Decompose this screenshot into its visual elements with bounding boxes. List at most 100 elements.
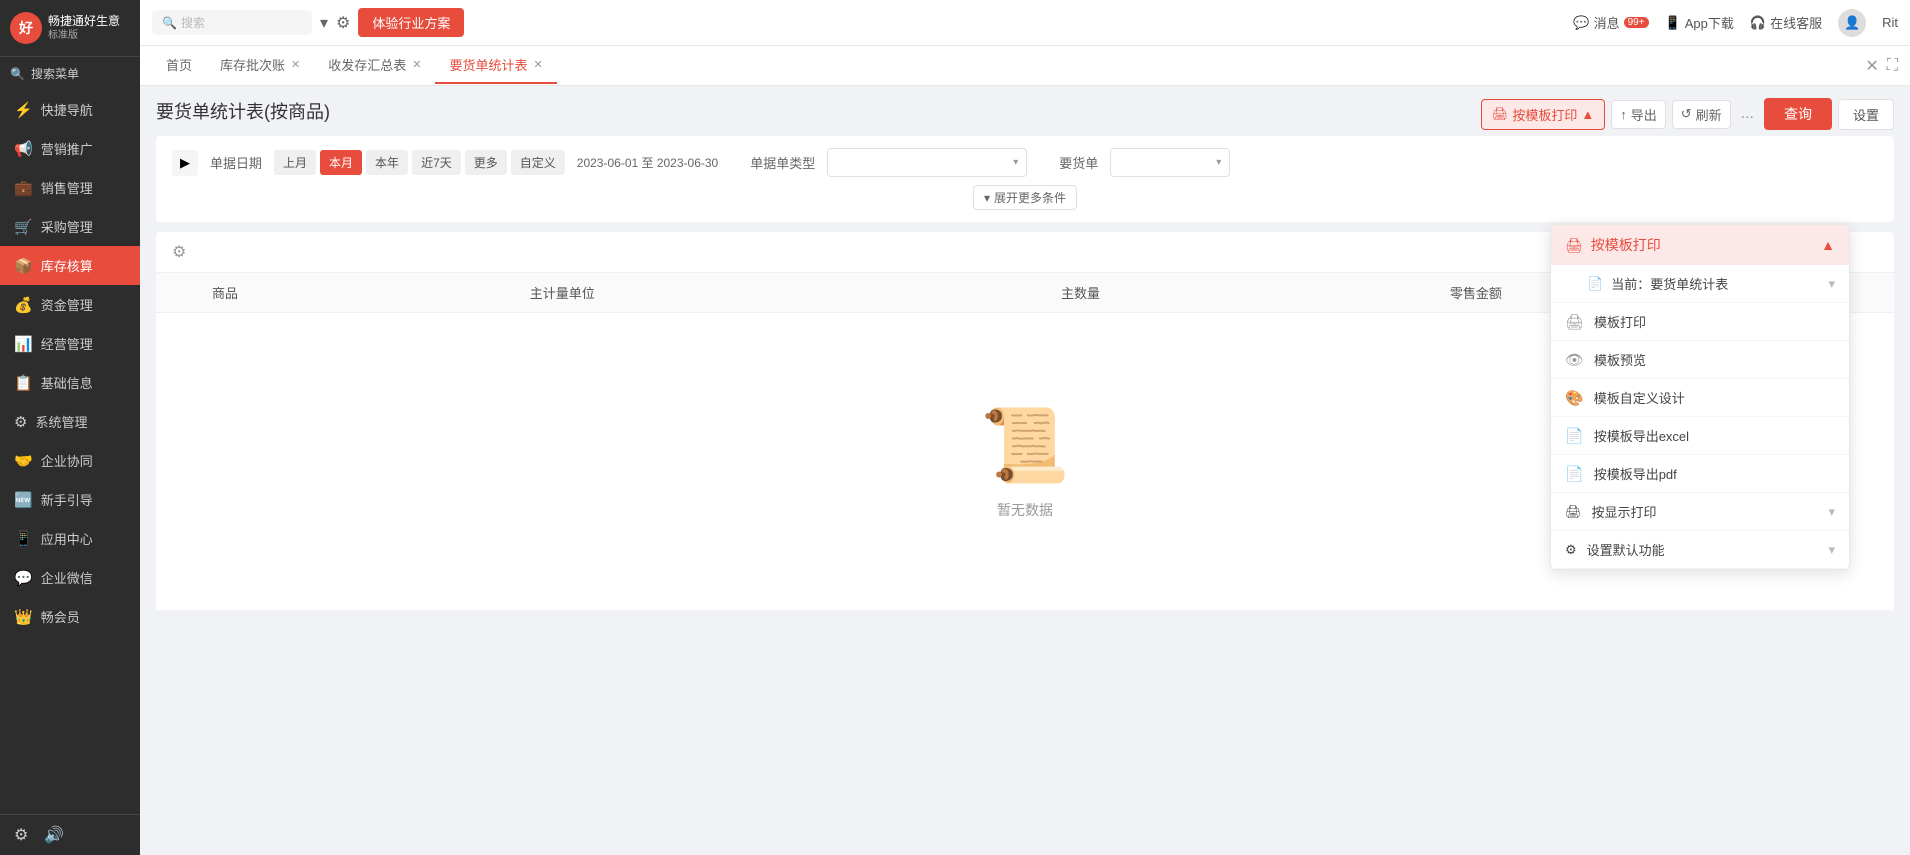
filter-row-date: ▶ 单据日期 上月 本月 本年 近7天 更多 自定义 2023-06-01 至 … xyxy=(172,148,1878,177)
sidebar-item-marketing[interactable]: 📢营销推广 xyxy=(0,129,140,168)
messages-btn[interactable]: 💬 消息 99+ xyxy=(1573,13,1648,32)
tab-close-order-stats[interactable]: ✕ xyxy=(534,58,543,71)
date-btn-this-year[interactable]: 本年 xyxy=(366,150,408,175)
sound-icon[interactable]: 🔊 xyxy=(44,825,64,845)
current-doc-icon: 📄 xyxy=(1587,276,1603,292)
industry-btn[interactable]: 体验行业方案 xyxy=(358,8,464,37)
dropdown-display-print[interactable]: 🖨 按显示打印 ▾ xyxy=(1551,493,1849,531)
export-pdf-icon: 📄 xyxy=(1565,465,1584,483)
sidebar-item-wechat[interactable]: 💬企业微信 xyxy=(0,558,140,597)
sidebar-search[interactable]: 🔍 搜索菜单 xyxy=(0,57,140,90)
dropdown-template-print[interactable]: 🖨 模板打印 xyxy=(1551,303,1849,341)
dropdown-template-custom[interactable]: 🎨 模板自定义设计 xyxy=(1551,379,1849,417)
sidebar-item-inventory[interactable]: 📦库存核算 xyxy=(0,246,140,285)
display-print-icon: 🖨 xyxy=(1565,504,1582,520)
more-btn[interactable]: ... xyxy=(1737,101,1758,127)
export-btn[interactable]: ↑ 导出 xyxy=(1611,100,1666,129)
empty-icon: 📜 xyxy=(980,403,1070,488)
sidebar-nav: ⚡快捷导航 📢营销推广 💼销售管理 🛒采购管理 📦库存核算 💰资金管理 📊经营管… xyxy=(0,90,140,814)
page-actions: 🖨 按模板打印 ▲ ↑ 导出 ↺ 刷新 ... 查询 设置 xyxy=(1481,98,1894,130)
type-select[interactable]: ▾ xyxy=(827,148,1027,177)
sidebar-item-system[interactable]: ⚙系统管理 xyxy=(0,402,140,441)
message-badge: 99+ xyxy=(1624,17,1649,28)
tab-close-receipt-summary[interactable]: ✕ xyxy=(412,58,421,71)
dropdown-header: 🖨 按模板打印 ▲ xyxy=(1551,225,1849,265)
dropdown-close-btn[interactable]: ▲ xyxy=(1821,237,1835,253)
sidebar-item-member[interactable]: 👑畅会员 xyxy=(0,597,140,636)
tab-order-stats[interactable]: 要货单统计表 ✕ xyxy=(435,47,556,84)
sidebar: 好 畅捷通好生意 标准版 🔍 搜索菜单 ⚡快捷导航 📢营销推广 💼销售管理 🛒采… xyxy=(0,0,140,855)
print-arrow-icon: ▲ xyxy=(1581,107,1594,122)
topbar-left: 🔍 搜索 ▾ ⚙ 体验行业方案 xyxy=(152,8,1573,37)
dropdown-header-left: 🖨 按模板打印 xyxy=(1565,235,1661,255)
extra-select[interactable]: ▾ xyxy=(1110,148,1230,177)
topbar-settings-icon[interactable]: ⚙ xyxy=(336,13,350,33)
online-service-btn[interactable]: 🎧 在线客服 xyxy=(1750,13,1822,32)
date-btn-last-month[interactable]: 上月 xyxy=(274,150,316,175)
date-btn-this-month[interactable]: 本月 xyxy=(320,150,362,175)
print-dropdown: 🖨 按模板打印 ▲ 📄 当前：要货单统计表 ▾ 🖨 模板打印 👁 xyxy=(1550,224,1850,570)
date-nav: 上月 本月 本年 近7天 更多 自定义 xyxy=(274,150,565,175)
sidebar-item-finance[interactable]: 💰资金管理 xyxy=(0,285,140,324)
empty-text: 暂无数据 xyxy=(997,500,1053,520)
topbar-search[interactable]: 🔍 搜索 xyxy=(152,10,312,35)
app-download-btn[interactable]: 📱 App下载 xyxy=(1665,13,1734,32)
dropdown-current-item[interactable]: 📄 当前：要货单统计表 ▾ xyxy=(1551,265,1849,303)
settings-icon[interactable]: ⚙ xyxy=(14,825,28,845)
logo-icon: 好 xyxy=(10,12,42,44)
dropdown-export-excel[interactable]: 📄 按模板导出excel xyxy=(1551,417,1849,455)
tpl-preview-icon: 👁 xyxy=(1565,351,1584,369)
tpl-print-icon: 🖨 xyxy=(1565,313,1584,331)
date-btn-custom[interactable]: 自定义 xyxy=(511,150,565,175)
tab-inventory-batch[interactable]: 库存批次账 ✕ xyxy=(206,47,314,84)
dropdown-set-default[interactable]: ⚙ 设置默认功能 ▾ xyxy=(1551,531,1849,569)
sidebar-item-sales[interactable]: 💼销售管理 xyxy=(0,168,140,207)
date-filter-label: 单据日期 xyxy=(210,153,262,172)
avatar[interactable]: 👤 xyxy=(1838,9,1866,37)
sidebar-item-basic[interactable]: 📋基础信息 xyxy=(0,363,140,402)
dropdown-export-pdf[interactable]: 📄 按模板导出pdf xyxy=(1551,455,1849,493)
page-content: 要货单统计表(按商品) ▶ 单据日期 上月 本月 本年 近7天 更多 自定义 2… xyxy=(140,86,1910,855)
export-excel-icon: 📄 xyxy=(1565,427,1584,445)
date-btn-more[interactable]: 更多 xyxy=(465,150,507,175)
table-gear-icon[interactable]: ⚙ xyxy=(172,242,186,262)
topbar: 🔍 搜索 ▾ ⚙ 体验行业方案 💬 消息 99+ 📱 App下载 🎧 在线客服 … xyxy=(140,0,1910,46)
refresh-btn[interactable]: ↺ 刷新 xyxy=(1672,100,1731,129)
dropdown-template-preview[interactable]: 👁 模板预览 xyxy=(1551,341,1849,379)
tabs-actions: ✕ ⛶ xyxy=(1865,56,1898,76)
expand-more-btn[interactable]: ▾ 展开更多条件 xyxy=(973,185,1077,210)
display-print-arrow: ▾ xyxy=(1828,504,1835,520)
col-product: 商品 xyxy=(196,273,514,313)
sidebar-item-purchase[interactable]: 🛒采购管理 xyxy=(0,207,140,246)
tab-home[interactable]: 首页 xyxy=(152,47,206,84)
col-check xyxy=(156,273,196,313)
filter-expand-icon[interactable]: ▶ xyxy=(172,150,198,176)
dropdown-print-icon: 🖨 xyxy=(1565,237,1583,254)
sidebar-item-operation[interactable]: 📊经营管理 xyxy=(0,324,140,363)
date-btn-7days[interactable]: 近7天 xyxy=(412,150,461,175)
tab-bar: 首页 库存批次账 ✕ 收发存汇总表 ✕ 要货单统计表 ✕ ✕ ⛶ xyxy=(140,46,1910,86)
tab-receipt-summary[interactable]: 收发存汇总表 ✕ xyxy=(314,47,435,84)
sidebar-item-quick-nav[interactable]: ⚡快捷导航 xyxy=(0,90,140,129)
sidebar-item-collab[interactable]: 🤝企业协同 xyxy=(0,441,140,480)
settings-btn[interactable]: 设置 xyxy=(1838,99,1894,130)
sidebar-bottom: ⚙ 🔊 xyxy=(0,814,140,855)
maximize-btn[interactable]: ⛶ xyxy=(1887,57,1898,75)
sidebar-item-apps[interactable]: 📱应用中心 xyxy=(0,519,140,558)
query-btn[interactable]: 查询 xyxy=(1764,98,1832,130)
print-btn[interactable]: 🖨 按模板打印 ▲ xyxy=(1481,99,1605,130)
set-default-arrow: ▾ xyxy=(1828,542,1835,558)
sidebar-item-guide[interactable]: 🆕新手引导 xyxy=(0,480,140,519)
close-all-tabs-btn[interactable]: ✕ xyxy=(1865,56,1878,76)
export-icon: ↑ xyxy=(1620,107,1627,122)
extra-filter-label: 要货单 xyxy=(1059,153,1098,172)
type-filter-label: 单据单类型 xyxy=(750,153,815,172)
filters-panel: ▶ 单据日期 上月 本月 本年 近7天 更多 自定义 2023-06-01 至 … xyxy=(156,136,1894,222)
col-qty: 主数量 xyxy=(1045,273,1434,313)
tpl-custom-icon: 🎨 xyxy=(1565,389,1584,407)
tab-close-inventory-batch[interactable]: ✕ xyxy=(291,58,300,71)
topbar-gear-icon[interactable]: ▾ xyxy=(320,13,328,33)
app-name: 畅捷通好生意 标准版 xyxy=(48,14,120,43)
current-arrow-icon: ▾ xyxy=(1828,276,1835,292)
username: Rit xyxy=(1882,15,1898,30)
